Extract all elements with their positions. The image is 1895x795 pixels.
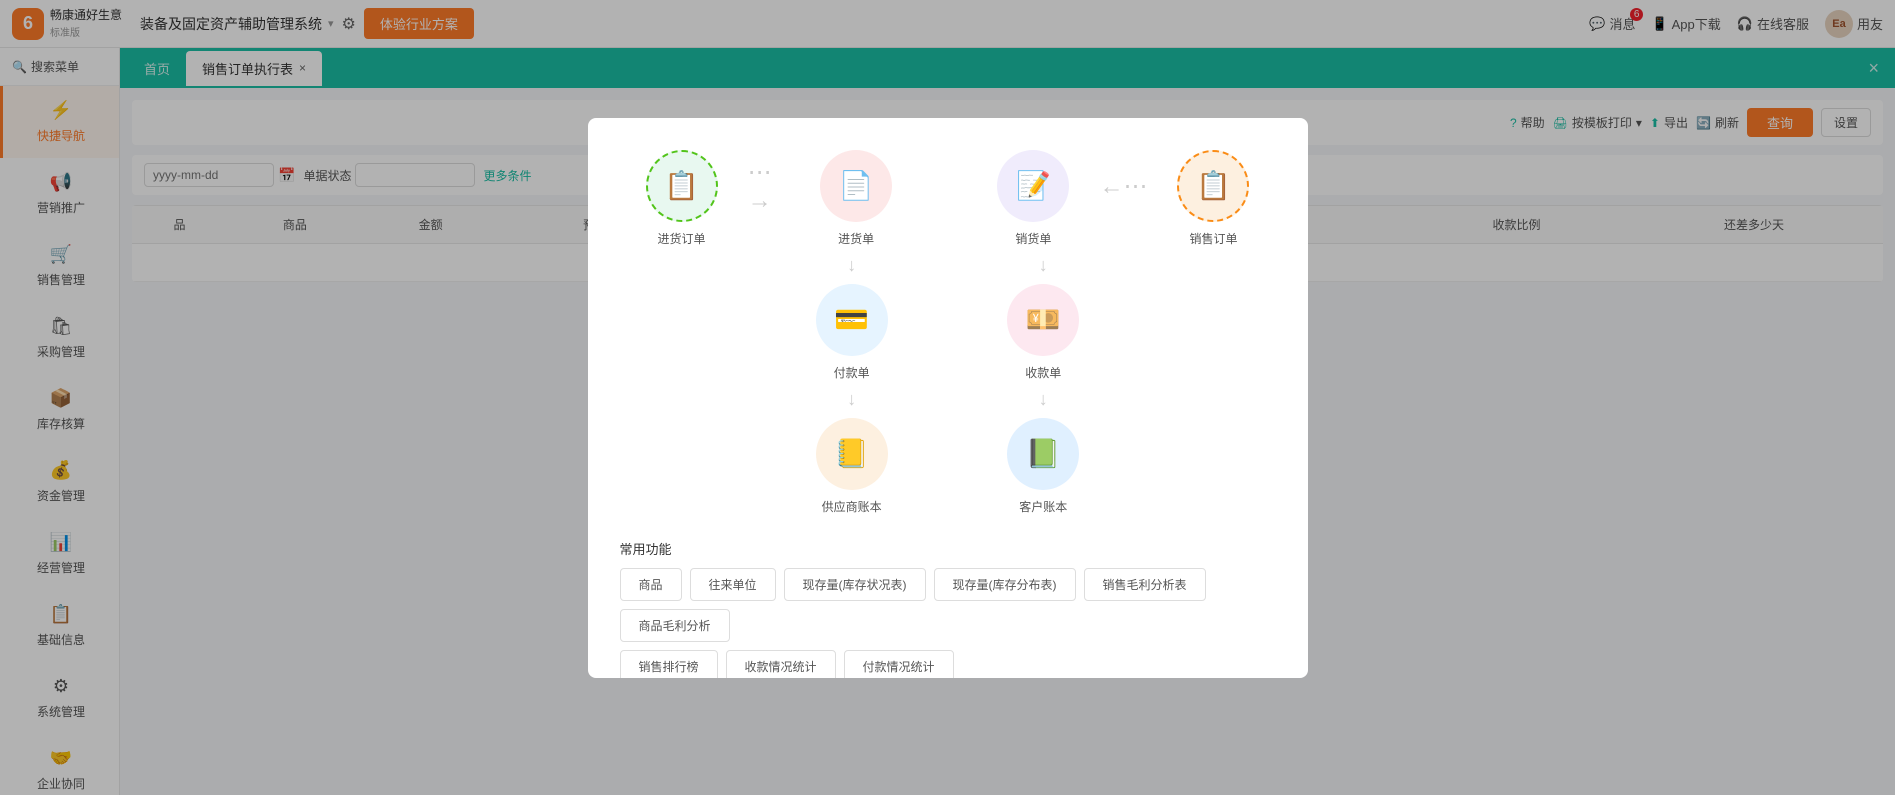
flow-section: 📋 进货订单 ⋯→ 📄 进货单 📝 [620, 150, 1276, 523]
func-buttons-row: 商品 往来单位 现存量(库存状况表) 现存量(库存分布表) 销售毛利分析表 商品… [620, 568, 1276, 642]
func-btn-payment-stat[interactable]: 付款情况统计 [844, 650, 954, 678]
flow-node-supplier[interactable]: 📒 供应商账本 [785, 418, 919, 515]
customer-icon: 📗 [1026, 437, 1061, 470]
receipt-circle: 💴 [1007, 284, 1079, 356]
flow-node-payment[interactable]: 💳 付款单 [785, 284, 919, 381]
arrow-pay-down: ↓ [847, 389, 856, 410]
supplier-label: 供应商账本 [822, 498, 882, 515]
payment-label: 付款单 [834, 364, 870, 381]
func-btn-receipt-stat[interactable]: 收款情况统计 [726, 650, 836, 678]
receipt-label: 收款单 [1025, 364, 1061, 381]
flow-row-1: 📋 进货订单 ⋯→ 📄 进货单 📝 [620, 150, 1276, 247]
customer-circle: 📗 [1007, 418, 1079, 490]
purchase-order-icon: 📋 [664, 169, 699, 202]
common-functions: 常用功能 商品 往来单位 现存量(库存状况表) 现存量(库存分布表) 销售毛利分… [620, 539, 1276, 678]
func-btn-goods[interactable]: 商品 [620, 568, 682, 601]
modal-overlay[interactable]: 📋 进货订单 ⋯→ 📄 进货单 📝 [0, 0, 1895, 795]
sales-order-circle: 📋 [1177, 150, 1249, 222]
arrow-so-to-sb: ←⋯ [1095, 172, 1151, 201]
payment-icon: 💳 [834, 303, 869, 336]
func-btn-stock-status[interactable]: 现存量(库存状况表) [784, 568, 926, 601]
modal: 📋 进货订单 ⋯→ 📄 进货单 📝 [588, 118, 1308, 678]
sales-order-label: 销售订单 [1189, 230, 1237, 247]
sales-bill-circle: 📝 [997, 150, 1069, 222]
flow-arrow-row-2: ↓ ↓ [620, 389, 1276, 410]
arrow-rec-down: ↓ [1039, 389, 1048, 410]
func-btn-goods-gross[interactable]: 商品毛利分析 [620, 609, 730, 642]
flow-node-sales-order[interactable]: 📋 销售订单 [1151, 150, 1275, 247]
func-buttons-row2: 销售排行榜 收款情况统计 付款情况统计 [620, 650, 1276, 678]
func-btn-sales-gross[interactable]: 销售毛利分析表 [1084, 568, 1206, 601]
sales-bill-icon: 📝 [1016, 169, 1051, 202]
purchase-bill-label: 进货单 [838, 230, 874, 247]
purchase-bill-icon: 📄 [839, 169, 874, 202]
flow-row-2: 💳 付款单 💴 收款单 [620, 284, 1276, 381]
supplier-circle: 📒 [816, 418, 888, 490]
purchase-bill-circle: 📄 [820, 150, 892, 222]
sales-order-icon: 📋 [1196, 169, 1231, 202]
arrow-sb-down: ↓ [1039, 255, 1048, 276]
flow-node-purchase-order[interactable]: 📋 进货订单 [620, 150, 744, 247]
sales-bill-label: 销货单 [1015, 230, 1051, 247]
flow-node-customer[interactable]: 📗 客户账本 [976, 418, 1110, 515]
func-btn-stock-dist[interactable]: 现存量(库存分布表) [934, 568, 1076, 601]
common-functions-title: 常用功能 [620, 539, 1276, 558]
flow-row-3: 📒 供应商账本 📗 客户账本 [620, 418, 1276, 515]
purchase-order-circle: 📋 [646, 150, 718, 222]
func-btn-partners[interactable]: 往来单位 [690, 568, 776, 601]
supplier-icon: 📒 [834, 437, 869, 470]
flow-arrow-row-1: ↓ ↓ [620, 255, 1276, 276]
arrow-po-to-pb: ⋯→ [744, 158, 795, 215]
func-btn-sales-rank[interactable]: 销售排行榜 [620, 650, 718, 678]
customer-label: 客户账本 [1019, 498, 1067, 515]
flow-node-sales-bill[interactable]: 📝 销货单 [971, 150, 1095, 247]
arrow-pb-down: ↓ [847, 255, 856, 276]
receipt-icon: 💴 [1026, 303, 1061, 336]
flow-node-receipt[interactable]: 💴 收款单 [976, 284, 1110, 381]
purchase-order-label: 进货订单 [658, 230, 706, 247]
flow-node-purchase-bill[interactable]: 📄 进货单 [794, 150, 918, 247]
payment-circle: 💳 [816, 284, 888, 356]
